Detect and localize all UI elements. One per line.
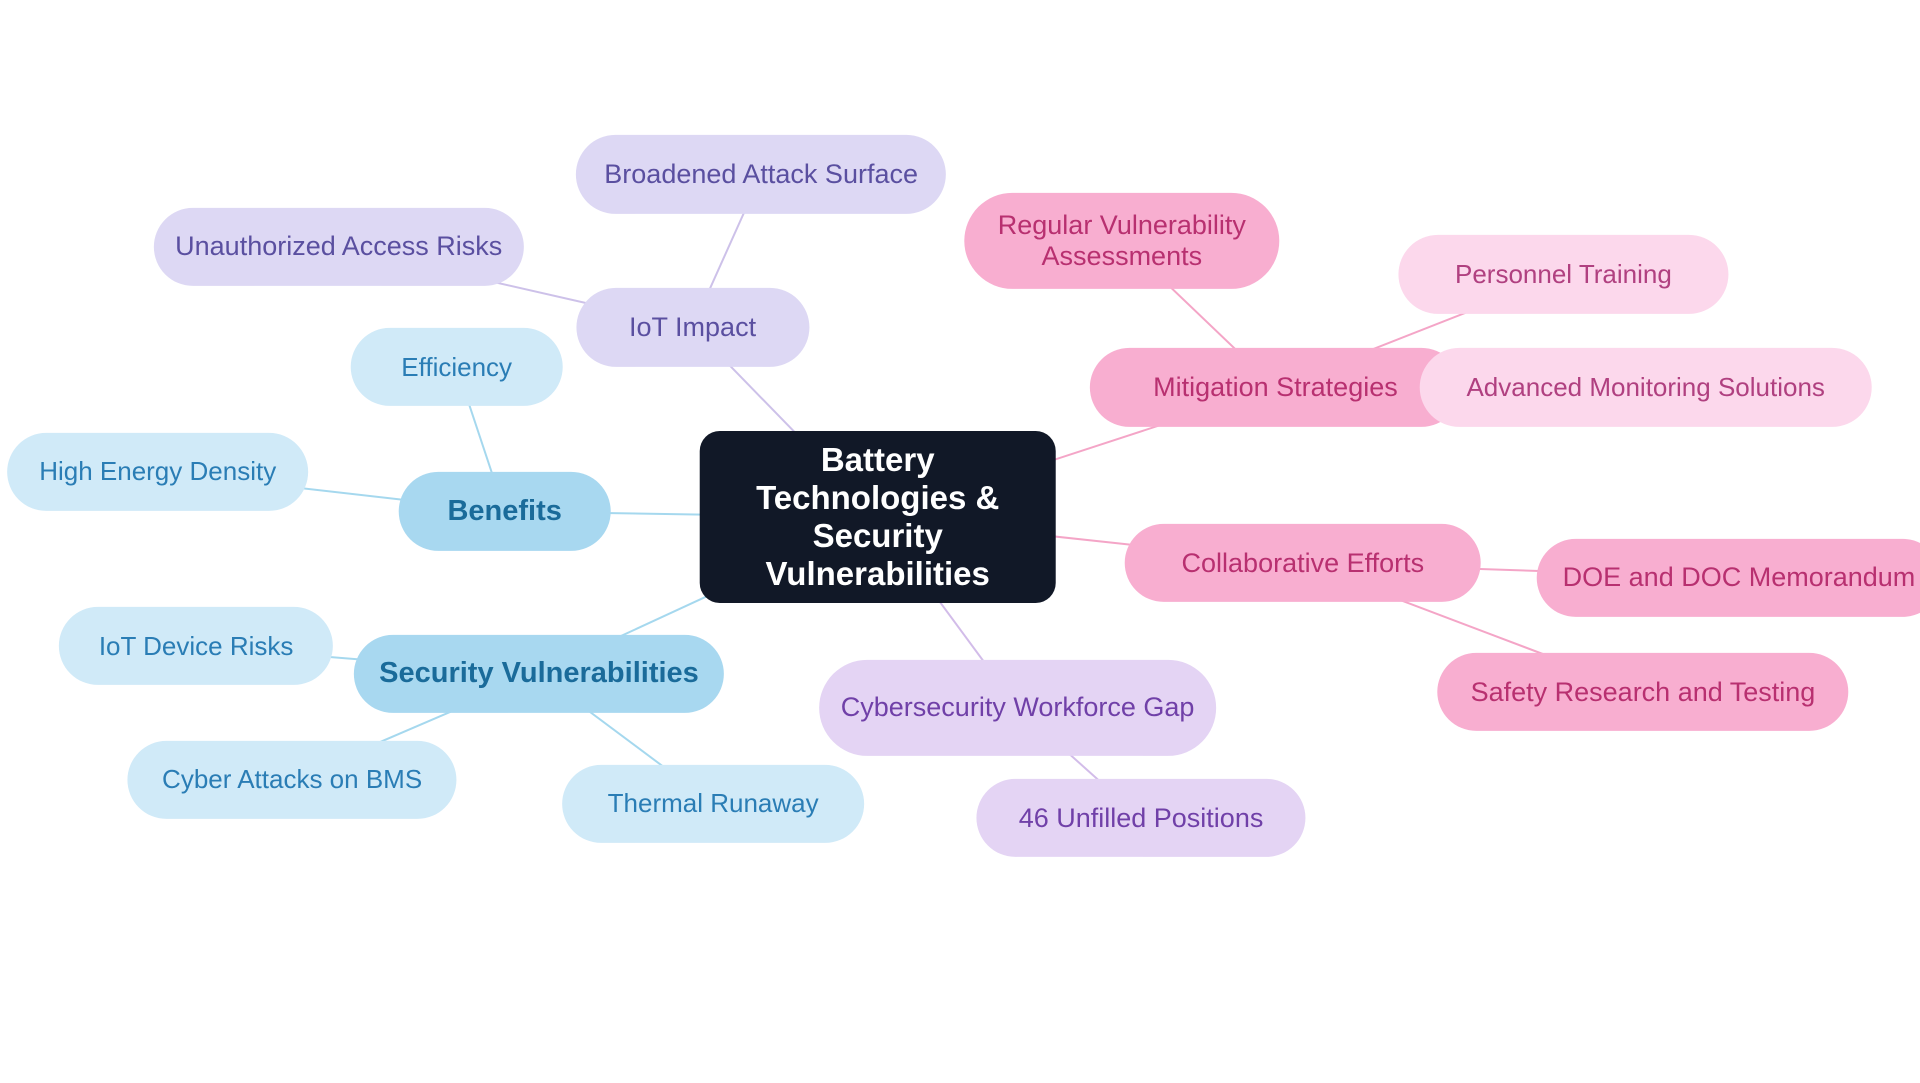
- node-regular_vuln: Regular Vulnerability Assessments: [964, 193, 1279, 289]
- node-security_vuln: Security Vulnerabilities: [354, 635, 724, 713]
- node-efficiency: Efficiency: [350, 328, 563, 406]
- node-unfilled_positions: 46 Unfilled Positions: [976, 779, 1305, 857]
- node-unauthorized_access: Unauthorized Access Risks: [154, 208, 524, 286]
- node-collaborative: Collaborative Efforts: [1125, 524, 1482, 602]
- node-high_energy: High Energy Density: [7, 433, 309, 511]
- node-personnel_training: Personnel Training: [1399, 235, 1728, 313]
- node-advanced_monitoring: Advanced Monitoring Solutions: [1419, 348, 1872, 426]
- node-thermal_runaway: Thermal Runaway: [562, 765, 864, 843]
- node-cybersecurity_gap: Cybersecurity Workforce Gap: [819, 659, 1217, 755]
- node-benefits: Benefits: [398, 472, 611, 550]
- node-safety_research: Safety Research and Testing: [1437, 653, 1848, 731]
- node-iot_device_risks: IoT Device Risks: [59, 607, 333, 685]
- node-cyber_attacks: Cyber Attacks on BMS: [128, 741, 457, 819]
- node-mitigation: Mitigation Strategies: [1090, 348, 1460, 426]
- node-broadened_attack: Broadened Attack Surface: [576, 135, 946, 213]
- node-center: Battery Technologies & Security Vulnerab…: [699, 431, 1056, 603]
- node-iot_impact: IoT Impact: [576, 288, 809, 366]
- mindmap-container: Battery Technologies & Security Vulnerab…: [0, 0, 1920, 1083]
- node-doe_doc: DOE and DOC Memorandum: [1537, 538, 1920, 616]
